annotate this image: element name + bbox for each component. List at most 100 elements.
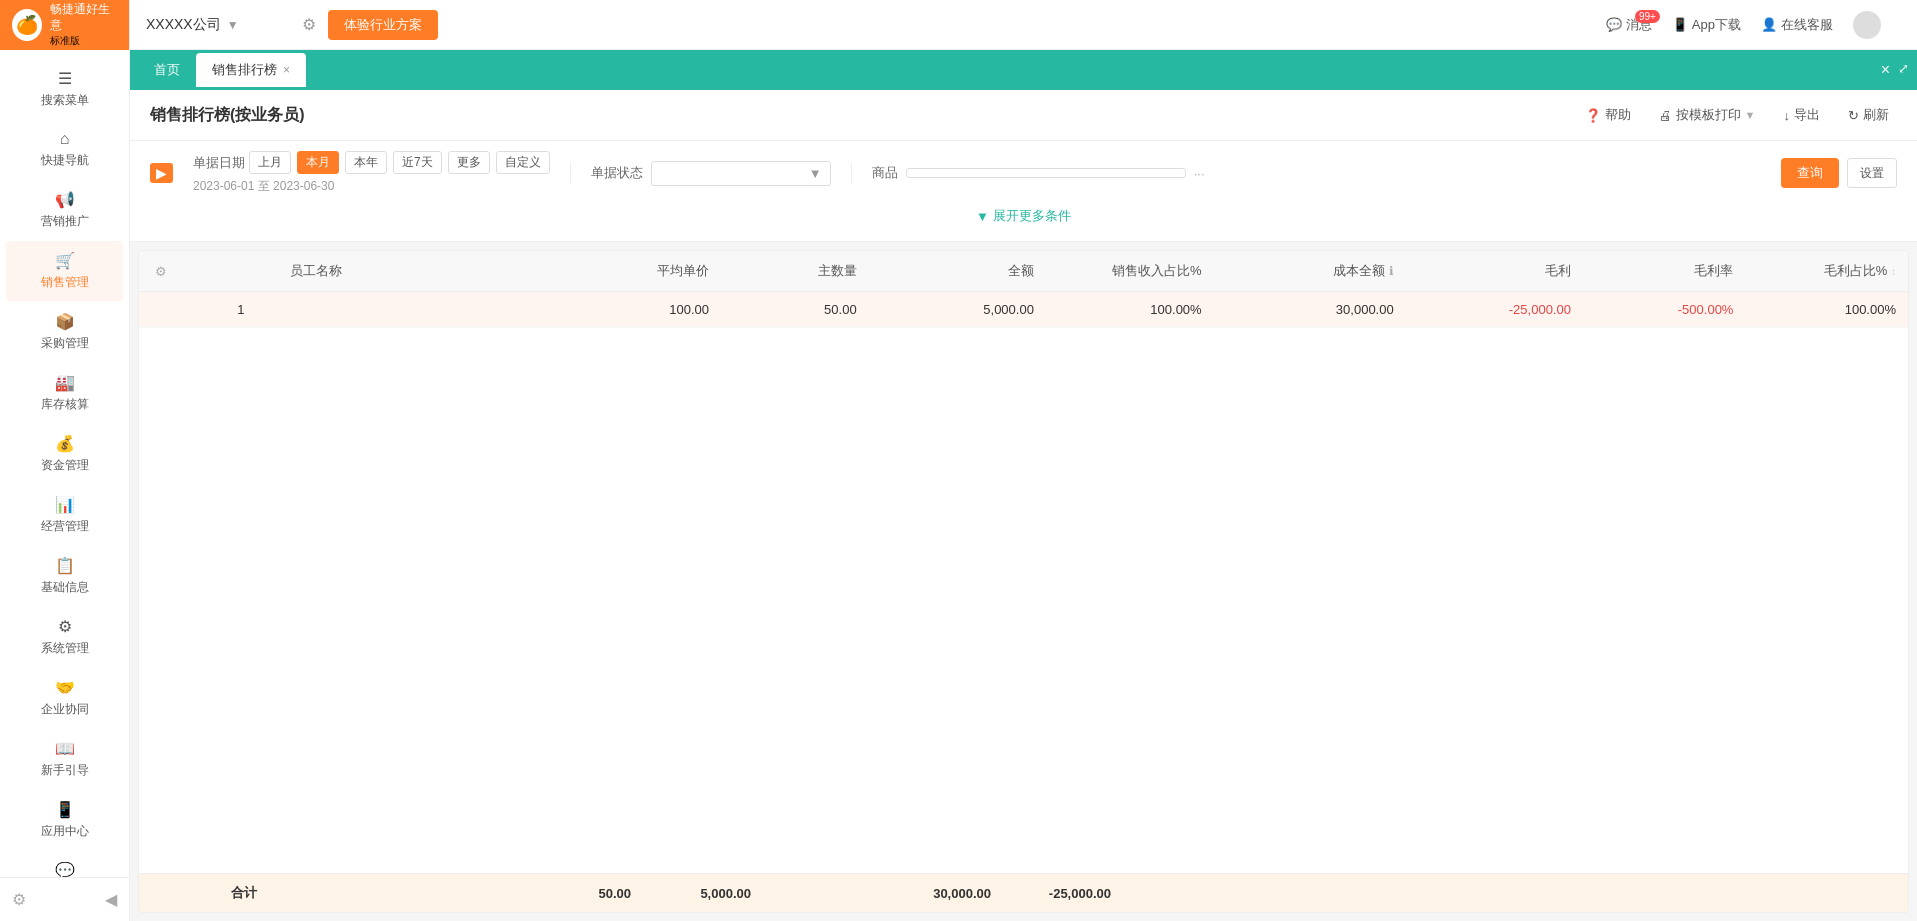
date-btn-last-month[interactable]: 上月 (249, 151, 291, 174)
expand-icon: ▼ (976, 209, 989, 224)
online-service-label: 在线客服 (1781, 16, 1833, 34)
cost-info-icon[interactable]: ℹ (1389, 264, 1394, 278)
refresh-icon: ↻ (1848, 108, 1859, 123)
message-btn[interactable]: 💬 消息 99+ (1606, 16, 1652, 34)
page-content: 销售排行榜(按业务员) ❓ 帮助 🖨 按模板打印 ▼ ↓ 导出 ↻ 刷新 (130, 90, 1917, 921)
expand-more-btn[interactable]: ▼ 展开更多条件 (150, 201, 1897, 231)
sales-icon: 🛒 (55, 251, 75, 270)
date-btn-7days[interactable]: 近7天 (393, 151, 442, 174)
message-badge: 99+ (1635, 10, 1660, 23)
help-btn[interactable]: ❓ 帮助 (1577, 102, 1639, 128)
refresh-btn[interactable]: ↻ 刷新 (1840, 102, 1897, 128)
goods-more-icon[interactable]: ··· (1194, 166, 1205, 181)
sidebar-item-apps[interactable]: 📱 应用中心 (6, 790, 123, 850)
sidebar-collapse-btn[interactable]: ◀ (105, 890, 117, 909)
sidebar-item-sales[interactable]: 🛒 销售管理 (6, 241, 123, 301)
sort-icon[interactable]: ↕ (1891, 266, 1896, 277)
logo-subtitle: 标准版 (50, 34, 117, 48)
page-actions: ❓ 帮助 🖨 按模板打印 ▼ ↓ 导出 ↻ 刷新 (1577, 102, 1897, 128)
print-arrow-icon: ▼ (1745, 109, 1756, 121)
sidebar-nav: ☰ 搜索菜单 ⌂ 快捷导航 📢 营销推广 🛒 销售管理 📦 采购管理 🏭 库存核… (0, 50, 129, 877)
sidebar-item-search-label: 搜索菜单 (41, 92, 89, 109)
sidebar-item-guide-label: 新手引导 (41, 762, 89, 779)
tab-sales-rank-label: 销售排行榜 (212, 61, 277, 79)
table-header-row: ⚙ 员工名称 平均单价 主数量 全额 销售收入占比% 成本全额 ℹ 毛利 (139, 251, 1908, 292)
td-amount: 5,000.00 (869, 292, 1046, 328)
system-icon: ⚙ (58, 617, 72, 636)
th-amount: 全额 (869, 251, 1046, 292)
date-options: 上月 本月 本年 近7天 更多 自定义 (249, 151, 550, 174)
online-service-btn[interactable]: 👤 在线客服 (1761, 16, 1833, 34)
sidebar-item-inventory[interactable]: 🏭 库存核算 (6, 363, 123, 423)
date-btn-current-month[interactable]: 本月 (297, 151, 339, 174)
sidebar-item-guide[interactable]: 📖 新手引导 (6, 729, 123, 789)
marketing-icon: 📢 (55, 190, 75, 209)
date-filter-label: 单据日期 (193, 154, 245, 172)
sidebar-item-purchase[interactable]: 📦 采购管理 (6, 302, 123, 362)
tab-home[interactable]: 首页 (138, 53, 196, 87)
company-name: XXXXX公司 (146, 16, 221, 34)
logo-title: 畅捷通好生意 (50, 2, 117, 33)
filter-separator-2 (851, 163, 852, 183)
tab-close-window-icon[interactable]: × (1881, 61, 1890, 79)
filter-area: ▶ 单据日期 上月 本月 本年 近7天 更多 自定义 2 (130, 141, 1917, 242)
tab-sales-rank[interactable]: 销售排行榜 × (196, 53, 306, 87)
management-icon: 📊 (55, 495, 75, 514)
th-cost-amount: 成本全额 ℹ (1214, 251, 1406, 292)
th-sales-pct: 销售收入占比% (1046, 251, 1214, 292)
td-sales-pct: 100.00% (1046, 292, 1214, 328)
sidebar-item-basic-label: 基础信息 (41, 579, 89, 596)
message-icon: 💬 (1606, 17, 1622, 32)
settings-filter-btn[interactable]: 设置 (1847, 158, 1897, 188)
sidebar-item-sales-label: 销售管理 (41, 274, 89, 291)
sidebar-item-finance[interactable]: 💰 资金管理 (6, 424, 123, 484)
date-btn-custom[interactable]: 自定义 (496, 151, 550, 174)
filter-separator-1 (570, 163, 571, 183)
guide-icon: 📖 (55, 739, 75, 758)
export-label: 导出 (1794, 106, 1820, 124)
sidebar-item-collab[interactable]: 🤝 企业协同 (6, 668, 123, 728)
sidebar-item-nav[interactable]: ⌂ 快捷导航 (6, 120, 123, 179)
query-btn[interactable]: 查询 (1781, 158, 1839, 188)
footer-amount: 5,000.00 (631, 886, 751, 901)
tab-restore-icon[interactable]: ⤢ (1898, 61, 1909, 79)
date-range-display: 2023-06-01 至 2023-06-30 (193, 178, 550, 195)
sidebar-item-wechat[interactable]: 💬 企业微信 (6, 851, 123, 877)
export-btn[interactable]: ↓ 导出 (1776, 102, 1829, 128)
sidebar-item-search[interactable]: ☰ 搜索菜单 (6, 59, 123, 119)
sidebar-item-basic[interactable]: 📋 基础信息 (6, 546, 123, 606)
th-avg-price: 平均单价 (544, 251, 721, 292)
topbar-settings-icon[interactable]: ⚙ (302, 15, 316, 34)
footer-cost: 30,000.00 (861, 886, 991, 901)
filter-toggle-btn[interactable]: ▶ (150, 163, 173, 183)
inventory-icon: 🏭 (55, 373, 75, 392)
sidebar-item-purchase-label: 采购管理 (41, 335, 89, 352)
app-download-btn[interactable]: 📱 App下载 (1672, 16, 1741, 34)
sidebar-settings-btn[interactable]: ⚙ (12, 890, 26, 909)
export-icon: ↓ (1784, 108, 1791, 123)
sidebar-item-finance-label: 资金管理 (41, 457, 89, 474)
company-selector[interactable]: XXXXX公司 ▼ (146, 16, 286, 34)
basic-icon: 📋 (55, 556, 75, 575)
tab-right-actions: × ⤢ (1881, 61, 1909, 79)
user-avatar[interactable] (1853, 11, 1881, 39)
trial-button[interactable]: 体验行业方案 (328, 10, 438, 40)
tab-close-icon[interactable]: × (283, 63, 290, 77)
table-footer: 合计 50.00 5,000.00 30,000.00 -25,000.00 (139, 873, 1908, 912)
online-service-icon: 👤 (1761, 17, 1777, 32)
template-print-btn[interactable]: 🖨 按模板打印 ▼ (1651, 102, 1764, 128)
sidebar-item-management-label: 经营管理 (41, 518, 89, 535)
column-settings-icon[interactable]: ⚙ (151, 261, 171, 281)
main-content: XXXXX公司 ▼ ⚙ 体验行业方案 💬 消息 99+ 📱 App下载 👤 在线… (130, 0, 1917, 921)
status-select[interactable]: ▼ (651, 161, 831, 186)
purchase-icon: 📦 (55, 312, 75, 331)
sidebar-item-system[interactable]: ⚙ 系统管理 (6, 607, 123, 667)
td-main-qty: 50.00 (721, 292, 869, 328)
table-row: 1 100.00 50.00 5,000.00 100.00% 30,000.0… (139, 292, 1908, 328)
goods-select[interactable] (906, 168, 1186, 178)
sidebar-item-marketing[interactable]: 📢 营销推广 (6, 180, 123, 240)
sidebar-item-management[interactable]: 📊 经营管理 (6, 485, 123, 545)
td-profit-rate: -500.00% (1583, 292, 1745, 328)
date-btn-more[interactable]: 更多 (448, 151, 490, 174)
date-btn-current-year[interactable]: 本年 (345, 151, 387, 174)
